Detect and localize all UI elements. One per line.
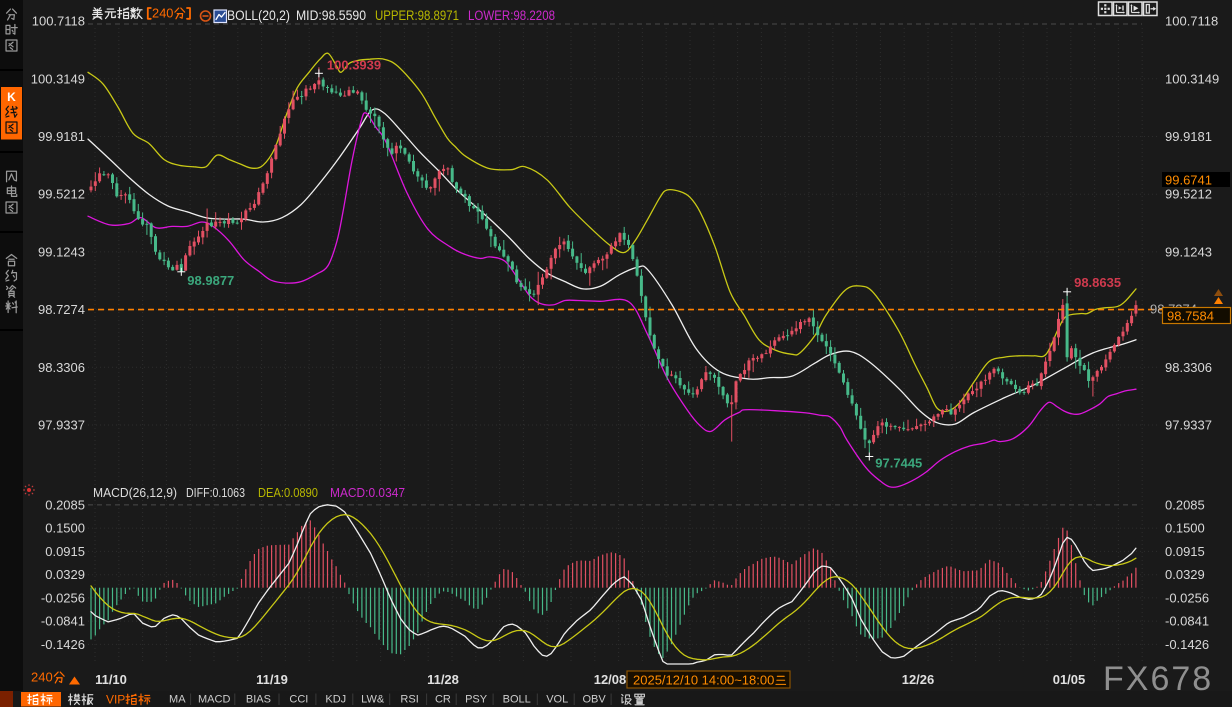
svg-text:-0.0256: -0.0256: [1165, 590, 1209, 605]
svg-text:100.3939: 100.3939: [327, 57, 381, 72]
svg-text:2: 2: [31, 670, 38, 685]
svg-text:OBV: OBV: [582, 694, 606, 706]
svg-text:CCI: CCI: [289, 694, 308, 706]
svg-text:DEA:0.0890: DEA:0.0890: [258, 486, 318, 500]
svg-text:V: V: [106, 692, 114, 706]
svg-text:98.7584: 98.7584: [1167, 309, 1214, 324]
svg-text:0: 0: [166, 6, 173, 21]
svg-text:-0.0841: -0.0841: [41, 614, 85, 629]
svg-text:MACD(26,12,9): MACD(26,12,9): [93, 486, 177, 500]
svg-text:11/19: 11/19: [256, 672, 288, 687]
svg-text:0: 0: [46, 670, 53, 685]
svg-text:100.7118: 100.7118: [1165, 14, 1218, 29]
svg-text:97.9337: 97.9337: [38, 418, 85, 433]
svg-text:11/10: 11/10: [95, 672, 127, 687]
svg-text:LOWER:98.2208: LOWER:98.2208: [468, 8, 555, 23]
svg-text:BIAS: BIAS: [246, 694, 271, 706]
svg-text:MID:98.5590: MID:98.5590: [296, 8, 366, 23]
svg-text:CR: CR: [435, 694, 451, 706]
svg-text:MACD:0.0347: MACD:0.0347: [330, 486, 405, 500]
svg-text:RSI: RSI: [400, 694, 418, 706]
svg-text:99.1243: 99.1243: [1165, 244, 1212, 259]
svg-text:100.7118: 100.7118: [32, 14, 85, 29]
svg-text:BOLL: BOLL: [503, 694, 531, 706]
svg-text:MA: MA: [169, 694, 186, 706]
svg-text:MACD: MACD: [198, 694, 230, 706]
svg-text:99.5212: 99.5212: [1165, 187, 1212, 202]
svg-text:-0.0256: -0.0256: [41, 590, 85, 605]
svg-text:-0.1426: -0.1426: [1165, 637, 1209, 652]
svg-text:4: 4: [38, 670, 45, 685]
svg-text:99.5212: 99.5212: [38, 187, 85, 202]
svg-text:99.9181: 99.9181: [38, 129, 85, 144]
svg-text:100.3149: 100.3149: [1165, 71, 1219, 86]
svg-text:-0.1426: -0.1426: [41, 637, 85, 652]
svg-text:01/05: 01/05: [1053, 672, 1086, 687]
svg-text:98.9877: 98.9877: [187, 273, 234, 288]
svg-text:0.1500: 0.1500: [45, 521, 85, 536]
svg-text:PSY: PSY: [465, 694, 488, 706]
svg-text:2025/12/10 14:00~18:00: 2025/12/10 14:00~18:00: [633, 673, 774, 688]
svg-text:-0.0841: -0.0841: [1165, 614, 1209, 629]
svg-text:99.6741: 99.6741: [1165, 173, 1212, 188]
svg-text:97.9337: 97.9337: [1165, 418, 1212, 433]
svg-text:98.7274: 98.7274: [38, 302, 85, 317]
svg-text:0.2085: 0.2085: [1165, 497, 1205, 512]
svg-text:99.9181: 99.9181: [1165, 129, 1212, 144]
svg-text:2: 2: [152, 6, 159, 21]
svg-text:BOLL(20,2): BOLL(20,2): [227, 8, 290, 23]
svg-text:K: K: [7, 90, 16, 104]
svg-text:98.3306: 98.3306: [38, 360, 85, 375]
svg-text:98.3306: 98.3306: [1165, 360, 1212, 375]
svg-text:LW&: LW&: [361, 694, 385, 706]
svg-text:100.3149: 100.3149: [31, 71, 85, 86]
svg-text:DIFF:0.1063: DIFF:0.1063: [186, 486, 245, 500]
svg-text:P: P: [117, 692, 125, 706]
svg-text:VOL: VOL: [546, 694, 568, 706]
svg-text:0.1500: 0.1500: [1165, 521, 1205, 536]
svg-text:KDJ: KDJ: [325, 694, 346, 706]
svg-text:97.7445: 97.7445: [875, 456, 922, 471]
svg-text:11/28: 11/28: [427, 672, 459, 687]
svg-text:0.0915: 0.0915: [45, 544, 85, 559]
svg-text:4: 4: [159, 6, 166, 21]
svg-text:98.8635: 98.8635: [1074, 275, 1121, 290]
svg-text:99.1243: 99.1243: [38, 244, 85, 259]
svg-text:0.0915: 0.0915: [1165, 544, 1205, 559]
svg-text:0.0329: 0.0329: [45, 567, 85, 582]
svg-text:12/08: 12/08: [594, 672, 627, 687]
svg-text:0.2085: 0.2085: [45, 497, 85, 512]
svg-text:UPPER:98.8971: UPPER:98.8971: [375, 8, 459, 23]
svg-text:12/26: 12/26: [902, 672, 935, 687]
svg-text:0.0329: 0.0329: [1165, 567, 1205, 582]
